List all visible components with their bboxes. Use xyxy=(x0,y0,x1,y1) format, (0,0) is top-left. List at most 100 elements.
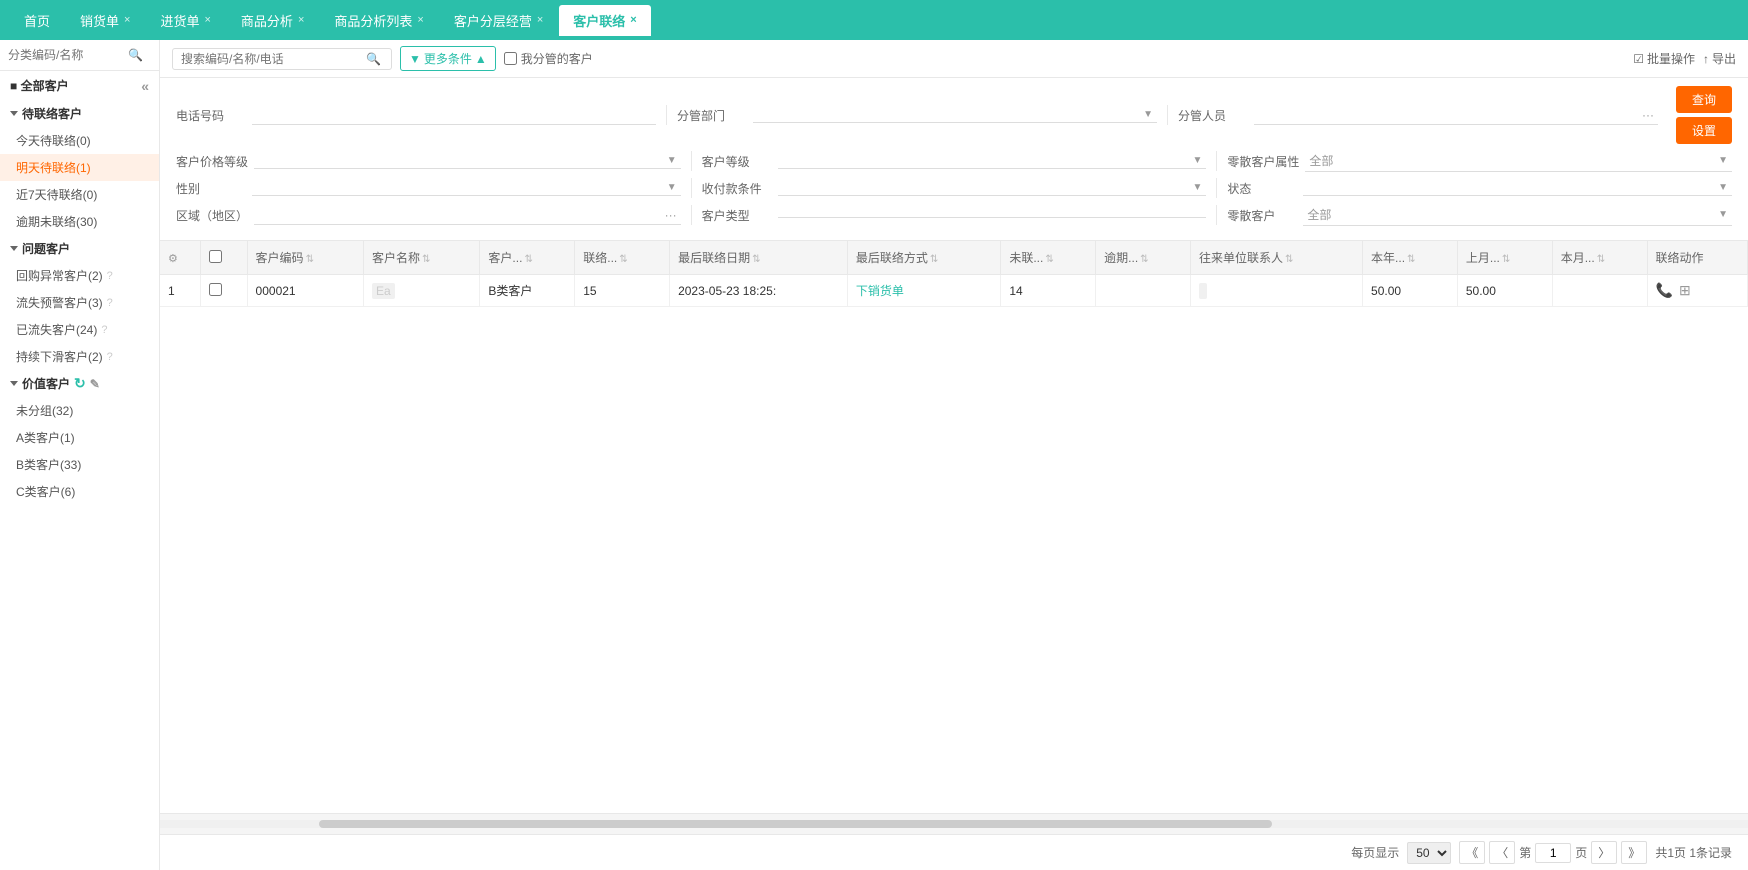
td-this-month xyxy=(1552,275,1647,307)
contact-person-blurred xyxy=(1199,283,1207,299)
help-icon-4[interactable]: ? xyxy=(107,351,113,363)
nav-close-analysis-list[interactable]: × xyxy=(417,14,423,26)
more-filter-button[interactable]: ▼ 更多条件 ▲ xyxy=(400,46,496,71)
h-scrollbar-track[interactable] xyxy=(160,820,1748,828)
settings-icon[interactable]: ⚙ xyxy=(168,253,178,265)
th-code: 客户编码⇅ xyxy=(247,241,363,275)
help-icon-2[interactable]: ? xyxy=(107,297,113,309)
sidebar-item-churned[interactable]: 已流失客户(24) ? xyxy=(0,316,159,343)
per-page-select[interactable]: 50 xyxy=(1407,842,1451,864)
sidebar-item-tomorrow-pending[interactable]: 明天待联络(1) xyxy=(0,154,159,181)
next-page-button[interactable]: 〉 xyxy=(1591,841,1617,864)
status-select[interactable]: ▼ xyxy=(1303,180,1732,196)
page-number-input[interactable] xyxy=(1535,843,1571,863)
customer-table: ⚙ 客户编码⇅ 客户名称⇅ 客户...⇅ 联络...⇅ 最后联络日期⇅ 最后联络… xyxy=(160,241,1748,307)
sidebar-search-icon[interactable]: 🔍 xyxy=(128,48,143,62)
grid-action-icon[interactable]: ⊞ xyxy=(1679,282,1691,299)
nav-close-sales[interactable]: × xyxy=(124,14,130,26)
sort-person-icon[interactable]: ⇅ xyxy=(1285,254,1293,265)
last-method-link[interactable]: 下销货单 xyxy=(856,284,904,298)
retail-customer-label: 零散客户 xyxy=(1227,207,1297,224)
nav-close-analysis[interactable]: × xyxy=(298,14,304,26)
dept-select[interactable]: ▼ xyxy=(753,107,1157,123)
sidebar-item-b-class[interactable]: B类客户(33) xyxy=(0,451,159,478)
sort-overdue-icon[interactable]: ⇅ xyxy=(1140,254,1148,265)
th-unlink-days: 未联...⇅ xyxy=(1001,241,1096,275)
manager-more-icon[interactable]: ··· xyxy=(1642,108,1654,122)
value-grade-label: 客户价格等级 xyxy=(176,153,248,170)
sort-contact-icon[interactable]: ⇅ xyxy=(619,254,627,265)
customer-type-select[interactable] xyxy=(778,213,1207,218)
sidebar-all-customers[interactable]: ■ 全部客户 « xyxy=(0,71,159,100)
sidebar-search-input[interactable] xyxy=(8,48,128,62)
filter-manager: 分管人员 ··· xyxy=(1178,106,1658,125)
retail-attr-select[interactable]: 全部 ▼ xyxy=(1305,150,1732,172)
divider-7 xyxy=(691,205,692,225)
sort-last-month-icon[interactable]: ⇅ xyxy=(1502,254,1510,265)
prev-page-button[interactable]: 〈 xyxy=(1489,841,1515,864)
manager-select[interactable]: ··· xyxy=(1254,106,1658,125)
help-icon-3[interactable]: ? xyxy=(101,324,107,336)
main-search-icon[interactable]: 🔍 xyxy=(366,52,381,66)
select-all-checkbox[interactable] xyxy=(209,250,222,263)
customer-grade-select[interactable]: ▼ xyxy=(778,153,1207,169)
help-icon-1[interactable]: ? xyxy=(107,270,113,282)
sidebar-item-churn-warning[interactable]: 流失预警客户(3) ? xyxy=(0,289,159,316)
retail-customer-select[interactable]: 全部 ▼ xyxy=(1303,204,1732,226)
region-select[interactable]: ··· xyxy=(254,206,681,225)
my-customers-checkbox-label[interactable]: 我分管的客户 xyxy=(504,50,593,67)
nav-item-home[interactable]: 首页 xyxy=(10,5,64,36)
nav-item-purchase[interactable]: 进货单 × xyxy=(146,5,224,36)
nav-item-customer-contact[interactable]: 客户联络 × xyxy=(559,5,650,36)
nav-close-customer-contact[interactable]: × xyxy=(630,14,636,26)
sort-type-icon[interactable]: ⇅ xyxy=(524,254,532,265)
th-overdue: 逾期...⇅ xyxy=(1096,241,1191,275)
main-search-input[interactable] xyxy=(181,52,366,66)
sidebar-item-today-pending[interactable]: 今天待联络(0) xyxy=(0,127,159,154)
sidebar-item-7day-pending[interactable]: 近7天待联络(0) xyxy=(0,181,159,208)
first-page-button[interactable]: 《 xyxy=(1459,841,1485,864)
query-button[interactable]: 查询 xyxy=(1676,86,1732,113)
sidebar-item-repurchase-abnormal[interactable]: 回购异常客户(2) ? xyxy=(0,262,159,289)
last-page-button[interactable]: 》 xyxy=(1621,841,1647,864)
filter-row-2: 客户价格等级 ▼ 客户等级 ▼ 零散客户属性 xyxy=(176,150,1732,172)
nav-item-sales[interactable]: 销货单 × xyxy=(66,5,144,36)
sidebar-item-a-class[interactable]: A类客户(1) xyxy=(0,424,159,451)
sort-code-icon[interactable]: ⇅ xyxy=(306,254,314,265)
nav-item-analysis[interactable]: 商品分析 × xyxy=(227,5,318,36)
batch-operation-button[interactable]: ☑ 批量操作 xyxy=(1633,50,1695,67)
sort-year-icon[interactable]: ⇅ xyxy=(1407,254,1415,265)
gender-select[interactable]: ▼ xyxy=(252,180,681,196)
setting-button[interactable]: 设置 xyxy=(1676,117,1732,144)
nav-close-purchase[interactable]: × xyxy=(204,14,210,26)
sidebar-search-area: 🔍 xyxy=(0,40,159,71)
filter-payment: 收付款条件 ▼ xyxy=(702,180,1207,197)
th-contact-person: 往来单位联系人⇅ xyxy=(1190,241,1362,275)
sidebar-item-ungrouped[interactable]: 未分组(32) xyxy=(0,397,159,424)
nav-close-customer-layered[interactable]: × xyxy=(537,14,543,26)
nav-item-customer-layered[interactable]: 客户分层经营 × xyxy=(440,5,557,36)
nav-item-analysis-list[interactable]: 商品分析列表 × xyxy=(320,5,437,36)
sort-method-icon[interactable]: ⇅ xyxy=(930,254,938,265)
region-label: 区域（地区） xyxy=(176,207,248,224)
sort-name-icon[interactable]: ⇅ xyxy=(422,254,430,265)
payment-select[interactable]: ▼ xyxy=(778,180,1207,196)
sort-this-month-icon[interactable]: ⇅ xyxy=(1597,254,1605,265)
sort-date-icon[interactable]: ⇅ xyxy=(752,254,760,265)
collapse-icon[interactable]: « xyxy=(141,78,149,94)
export-button[interactable]: ↑ 导出 xyxy=(1703,50,1736,67)
edit-icon[interactable]: ✎ xyxy=(90,377,100,391)
sidebar-item-declining[interactable]: 持续下滑客户(2) ? xyxy=(0,343,159,370)
h-scrollbar-thumb[interactable] xyxy=(319,820,1272,828)
sidebar-item-c-class[interactable]: C类客户(6) xyxy=(0,478,159,505)
value-grade-select[interactable]: ▼ xyxy=(254,153,681,169)
sidebar-item-overdue-pending[interactable]: 逾期未联络(30) xyxy=(0,208,159,235)
phone-input[interactable] xyxy=(252,106,656,125)
phone-action-icon[interactable]: 📞 xyxy=(1656,282,1673,299)
sort-unlink-icon[interactable]: ⇅ xyxy=(1045,254,1053,265)
row-checkbox[interactable] xyxy=(209,283,222,296)
my-customers-checkbox[interactable] xyxy=(504,52,517,65)
region-more-icon[interactable]: ··· xyxy=(665,208,677,222)
refresh-icon[interactable]: ↻ xyxy=(74,375,86,392)
th-this-year: 本年...⇅ xyxy=(1363,241,1458,275)
